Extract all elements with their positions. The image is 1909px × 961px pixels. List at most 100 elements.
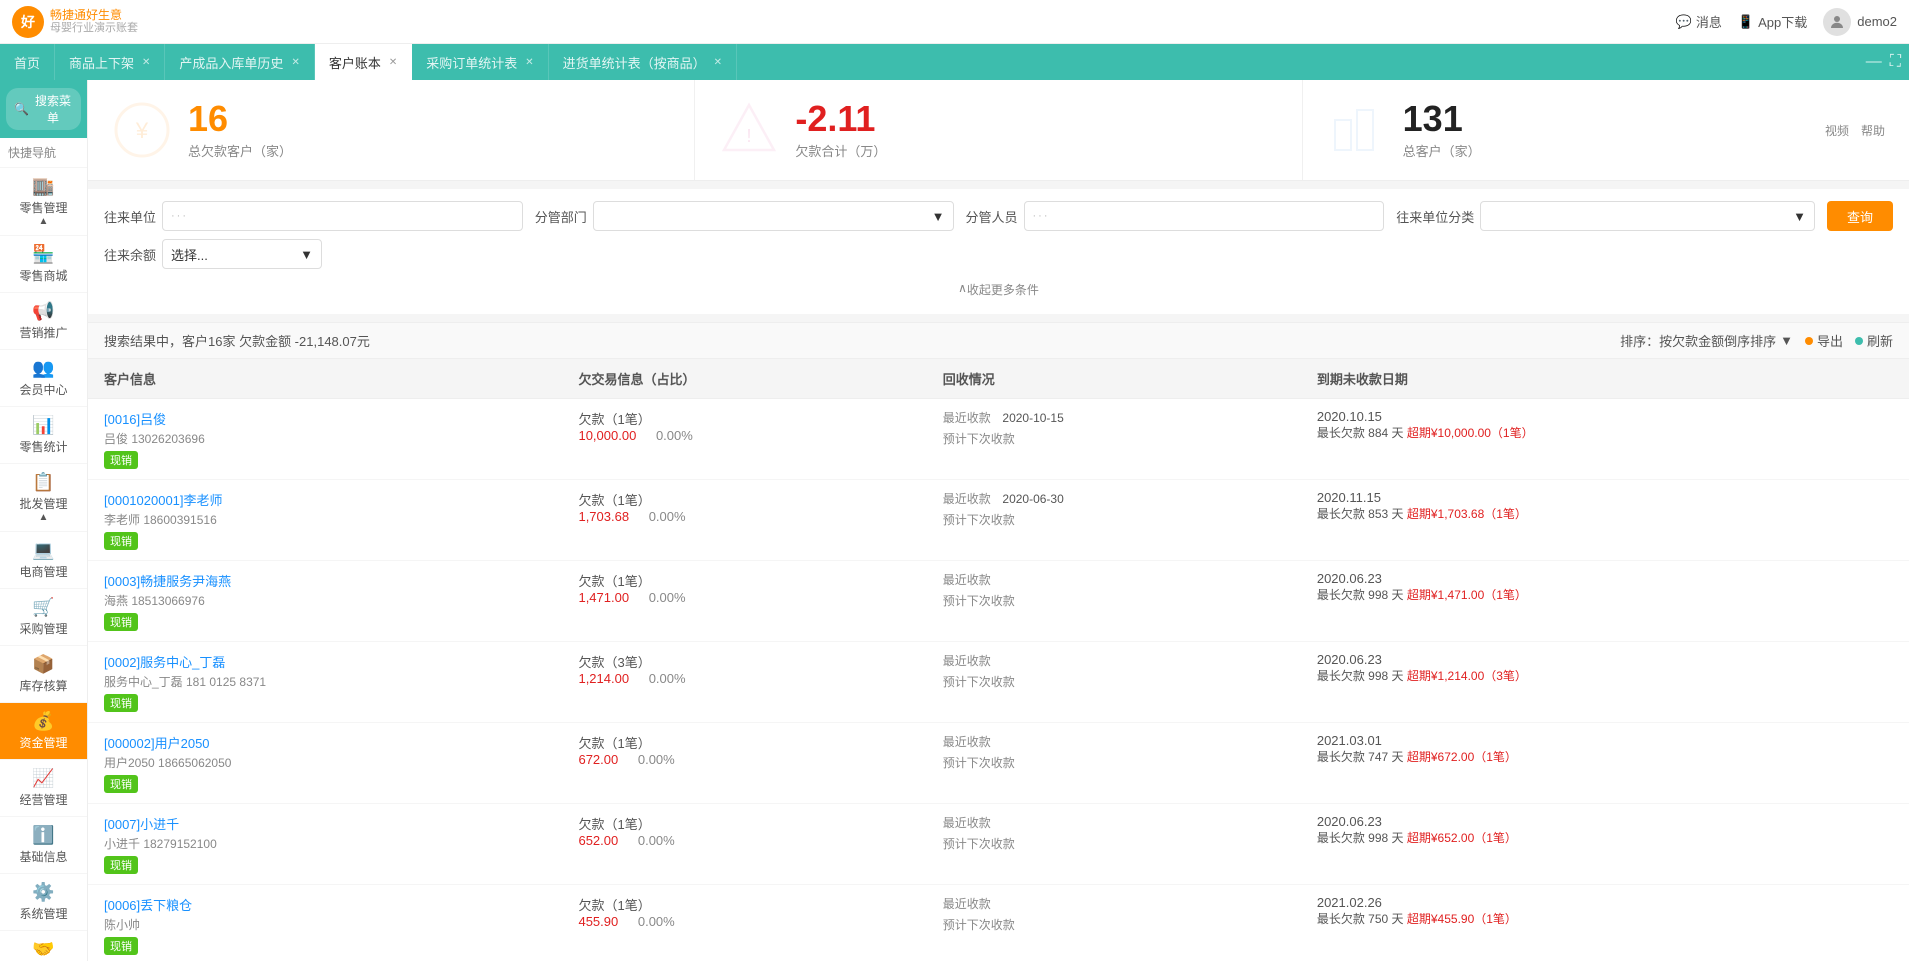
sidebar-item-ecommerce[interactable]: 💻 电商管理 — [0, 532, 87, 589]
amount-3[interactable]: 1,214.00 — [578, 671, 629, 686]
overdue-link-5[interactable]: 超期¥652.00（1笔） — [1407, 831, 1517, 845]
stat-label-3: 总客户（家） — [1403, 141, 1809, 160]
phone-icon: 📱 — [1738, 14, 1754, 30]
amount-4[interactable]: 672.00 — [578, 752, 618, 767]
filter-person: 分管人员 ··· — [966, 201, 1385, 231]
tab-goods[interactable]: 商品上下架 ✕ — [55, 44, 165, 80]
filter-row-1: 往来单位 ··· 分管部门 ▼ 分管人员 ··· 往来单位分类 — [104, 201, 1893, 231]
sidebar-item-retail-mgmt[interactable]: 🏬 零售管理 ▲ — [0, 168, 87, 236]
tab-import-close[interactable]: ✕ — [714, 57, 722, 68]
customer-name-link-0[interactable]: [0016]吕俊 — [104, 412, 166, 427]
sidebar-item-marketing[interactable]: 📢 营销推广 — [0, 293, 87, 350]
person-input[interactable]: ··· — [1024, 201, 1385, 231]
overdue-link-6[interactable]: 超期¥455.90（1笔） — [1407, 912, 1517, 926]
table-header: 客户信息 欠交易信息（占比） 回收情况 到期未收款日期 — [88, 359, 1909, 399]
top-bar-right: 💬 消息 📱 App下载 demo2 — [1676, 8, 1897, 36]
stat-card-3: 131 总客户（家） 视频 帮助 — [1303, 80, 1909, 180]
sidebar-item-ops[interactable]: 📈 经营管理 — [0, 760, 87, 817]
customer-name-link-5[interactable]: [0007]小进千 — [104, 817, 179, 832]
amount-2[interactable]: 1,471.00 — [578, 590, 629, 605]
col-due-date: 到期未收款日期 — [1301, 359, 1909, 399]
tab-goods-label: 商品上下架 — [69, 53, 134, 72]
video-link[interactable]: 视频 — [1825, 122, 1849, 139]
help-link[interactable]: 帮助 — [1861, 122, 1885, 139]
cell-customer-6: [0006]丢下粮仓 陈小帅 现销 — [88, 885, 562, 961]
tab-production-close[interactable]: ✕ — [291, 57, 299, 68]
system-icon: ⚙️ — [32, 882, 54, 903]
user-area[interactable]: demo2 — [1823, 8, 1897, 36]
tab-purchase[interactable]: 采购订单统计表 ✕ — [412, 44, 548, 80]
amount-6[interactable]: 455.90 — [578, 914, 618, 929]
message-btn[interactable]: 💬 消息 — [1676, 12, 1722, 31]
refresh-btn[interactable]: 刷新 — [1855, 331, 1893, 350]
cell-customer-5: [0007]小进千 小进千 18279152100 现销 — [88, 804, 562, 885]
next-label-6: 预计下次收款 — [943, 916, 1285, 933]
overdue-link-3[interactable]: 超期¥1,214.00（3笔） — [1407, 669, 1527, 683]
tab-purchase-close[interactable]: ✕ — [525, 57, 533, 68]
export-btn[interactable]: 导出 — [1805, 331, 1843, 350]
overdue-link-2[interactable]: 超期¥1,471.00（1笔） — [1407, 588, 1527, 602]
stat-card-2: ! -2.11 欠款合计（万） — [695, 80, 1302, 180]
sidebar-item-retail-stats[interactable]: 📊 零售统计 — [0, 407, 87, 464]
tab-minimize-btn[interactable]: — — [1866, 53, 1882, 71]
sidebar-item-inventory[interactable]: 📦 库存核算 — [0, 646, 87, 703]
inventory-icon: 📦 — [32, 654, 54, 675]
customer-name-link-2[interactable]: [0003]畅捷服务尹海燕 — [104, 574, 231, 589]
cell-debt-0: 欠款（1笔） 10,000.00 0.00% — [562, 399, 926, 480]
amount-0[interactable]: 10,000.00 — [578, 428, 636, 443]
amount-1[interactable]: 1,703.68 — [578, 509, 629, 524]
overdue-link-1[interactable]: 超期¥1,703.68（1笔） — [1407, 507, 1527, 521]
batch-icon: 📋 — [32, 472, 54, 493]
stat-info-1: 16 总欠款客户（家） — [188, 101, 670, 160]
sidebar-item-enterprise[interactable]: 🤝 企业协同 — [0, 931, 87, 961]
col-customer-info: 客户信息 — [88, 359, 562, 399]
sidebar-item-system[interactable]: ⚙️ 系统管理 — [0, 874, 87, 931]
tab-customer[interactable]: 客户账本 ✕ — [315, 44, 412, 80]
due-date-6: 2021.02.26 — [1317, 895, 1893, 910]
sort-label: 排序：按欠款金额倒序排序 — [1620, 331, 1776, 350]
customer-name-link-1[interactable]: [0001020001]李老师 — [104, 493, 223, 508]
cell-recovery-4: 最近收款 预计下次收款 — [927, 723, 1301, 804]
debt-label-0: 欠款（1笔） — [578, 409, 910, 428]
sidebar-item-retail-store[interactable]: 🏪 零售商城 — [0, 236, 87, 293]
next-label-1: 预计下次收款 — [943, 511, 1285, 528]
tab-import[interactable]: 进货单统计表（按商品） ✕ — [549, 44, 737, 80]
customer-name-link-6[interactable]: [0006]丢下粮仓 — [104, 898, 192, 913]
sidebar-item-batch-mgmt[interactable]: 📋 批发管理 ▲ — [0, 464, 87, 532]
overdue-days-3: 最长欠款 998 天 — [1317, 669, 1407, 683]
sidebar-item-capital[interactable]: 💰 资金管理 — [0, 703, 87, 760]
dept-select[interactable]: ▼ — [593, 201, 954, 231]
tabs-actions: — ⛶ — [1866, 53, 1909, 71]
overdue-link-4[interactable]: 超期¥672.00（1笔） — [1407, 750, 1517, 764]
recent-label-5: 最近收款 — [943, 816, 991, 830]
tab-maximize-btn[interactable]: ⛶ — [1890, 53, 1901, 71]
customer-name-link-4[interactable]: [000002]用户2050 — [104, 736, 210, 751]
app-download-btn[interactable]: 📱 App下载 — [1738, 12, 1807, 31]
customer-name-link-3[interactable]: [0002]服务中心_丁磊 — [104, 655, 225, 670]
debt-label-2: 欠款（1笔） — [578, 571, 910, 590]
avatar — [1823, 8, 1851, 36]
sort-btn[interactable]: 排序：按欠款金额倒序排序 ▼ — [1620, 331, 1793, 350]
badge-1: 现销 — [104, 532, 138, 550]
tab-purchase-label: 采购订单统计表 — [426, 53, 517, 72]
sidebar-item-basic[interactable]: ℹ️ 基础信息 — [0, 817, 87, 874]
search-menu-btn[interactable]: 🔍 搜索菜单 — [6, 88, 81, 130]
tab-home[interactable]: 首页 — [0, 44, 55, 80]
sidebar-item-member[interactable]: 👥 会员中心 — [0, 350, 87, 407]
filter-balance-label: 往来余额 — [104, 245, 156, 264]
tab-customer-close[interactable]: ✕ — [389, 57, 397, 68]
unit-cat-select[interactable]: ▼ — [1480, 201, 1815, 231]
balance-select[interactable]: 选择... ▼ — [162, 239, 322, 269]
from-unit-input[interactable]: ··· — [162, 201, 523, 231]
customer-contact-0: 吕俊 13026203696 — [104, 430, 546, 447]
overdue-link-0[interactable]: 超期¥10,000.00（1笔） — [1407, 426, 1534, 440]
tab-goods-close[interactable]: ✕ — [142, 57, 150, 68]
stat-label-2: 欠款合计（万） — [795, 141, 1277, 160]
query-btn[interactable]: 查询 — [1827, 201, 1893, 231]
sidebar-item-purchase[interactable]: 🛒 采购管理 — [0, 589, 87, 646]
recent-label-2: 最近收款 — [943, 573, 991, 587]
collapse-row[interactable]: ∧ 收起更多条件 — [104, 277, 1893, 302]
amount-5[interactable]: 652.00 — [578, 833, 618, 848]
tab-production[interactable]: 产成品入库单历史 ✕ — [165, 44, 314, 80]
chevron-down-icon: ▲ — [39, 216, 49, 227]
